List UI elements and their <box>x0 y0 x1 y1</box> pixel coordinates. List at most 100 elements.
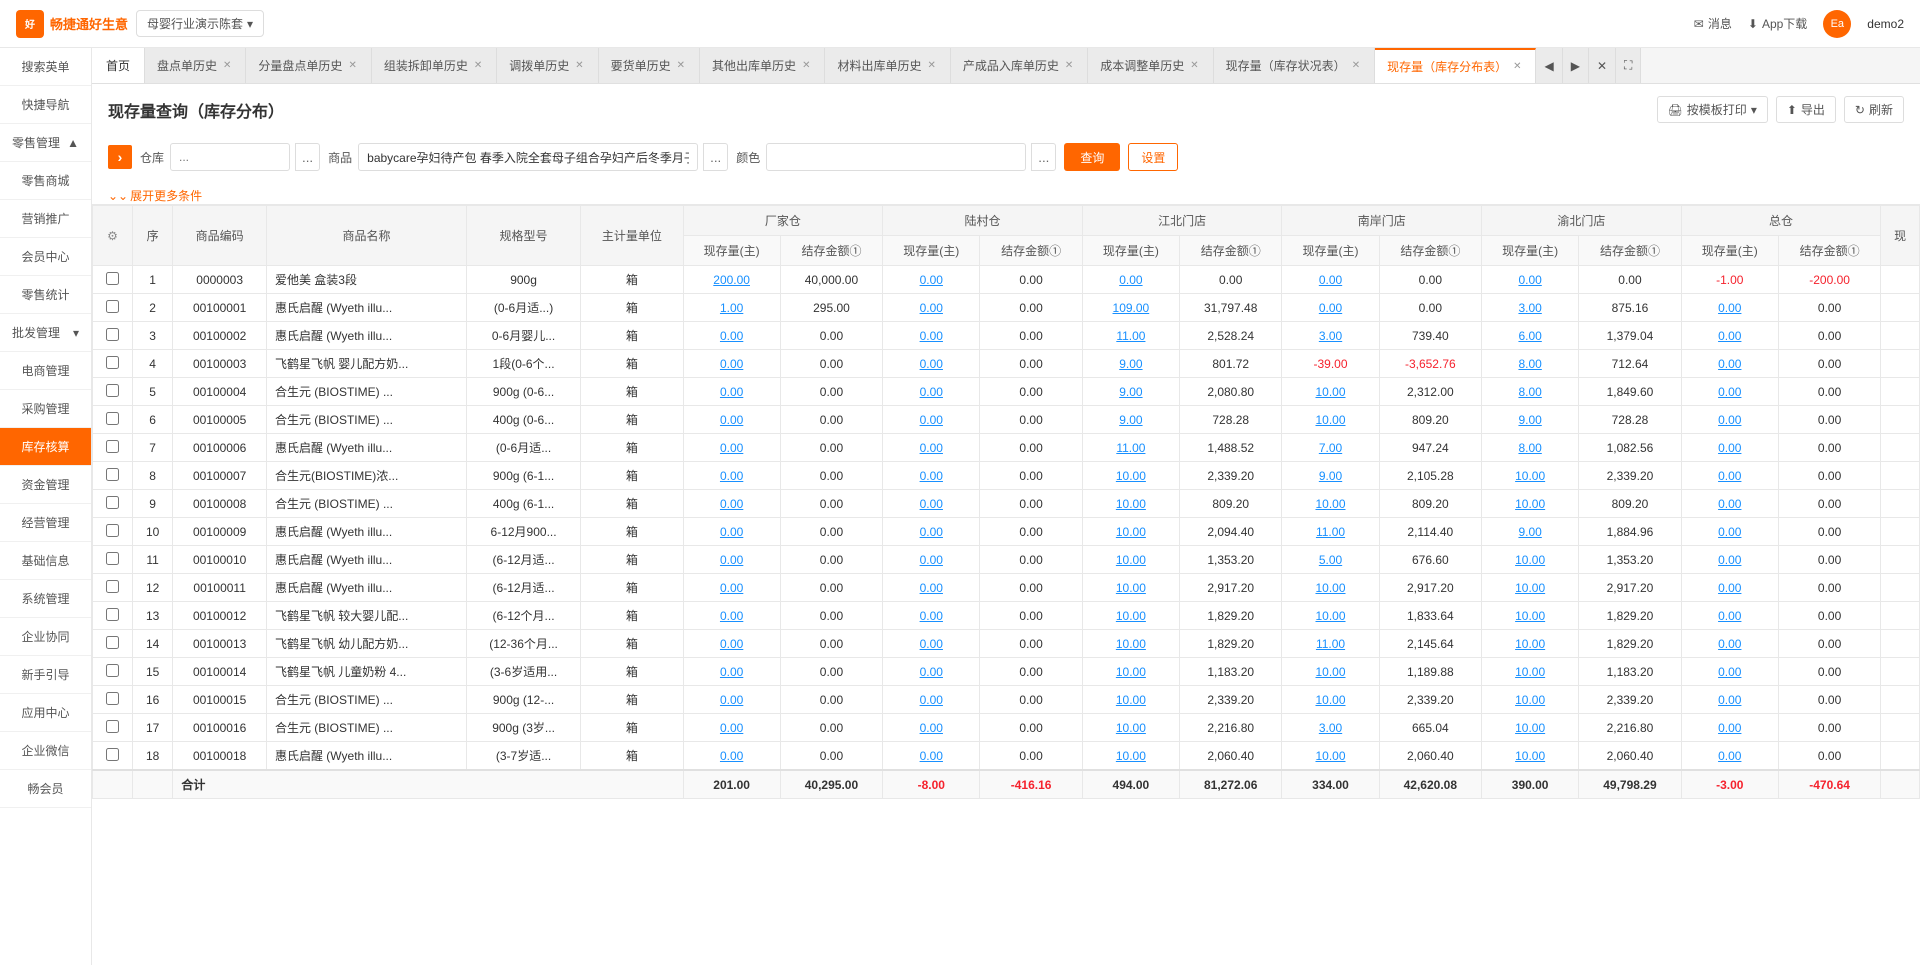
table-row-total-qty[interactable]: 0.00 <box>1681 658 1778 686</box>
table-row-checkbox[interactable] <box>93 714 133 742</box>
table-row-yubei-qty[interactable]: 10.00 <box>1482 714 1579 742</box>
tab-10[interactable]: 现存量（库存状况表） ✕ <box>1214 48 1375 84</box>
table-row-nanan-qty[interactable]: 11.00 <box>1282 630 1379 658</box>
close-tab-1[interactable]: ✕ <box>221 60 233 71</box>
table-row-total-qty[interactable]: 0.00 <box>1681 462 1778 490</box>
table-row-nanan-qty[interactable]: 10.00 <box>1282 742 1379 771</box>
download-action[interactable]: ⬇ App下载 <box>1748 15 1807 32</box>
close-tab-7[interactable]: ✕ <box>925 60 937 71</box>
tab-6[interactable]: 其他出库单历史 ✕ <box>700 48 825 84</box>
sidebar-item-operations[interactable]: 经营管理 <box>0 504 91 542</box>
table-row-factory-qty[interactable]: 0.00 <box>683 630 780 658</box>
tab-4[interactable]: 调拨单历史 ✕ <box>497 48 598 84</box>
tab-prev[interactable]: ◀ <box>1536 48 1562 84</box>
table-row-jiangbei-qty[interactable]: 10.00 <box>1082 462 1179 490</box>
table-row-checkbox[interactable] <box>93 490 133 518</box>
table-row-yubei-qty[interactable]: 10.00 <box>1482 602 1579 630</box>
table-row-nanan-qty[interactable]: 10.00 <box>1282 378 1379 406</box>
sidebar-item-inventory[interactable]: 库存核算 <box>0 428 91 466</box>
table-row-nanan-qty[interactable]: 10.00 <box>1282 686 1379 714</box>
warehouse-ellipsis-btn[interactable]: ... <box>295 143 320 171</box>
table-row-factory-qty[interactable]: 0.00 <box>683 574 780 602</box>
table-row-factory-qty[interactable]: 0.00 <box>683 350 780 378</box>
table-row-jiangbei-qty[interactable]: 10.00 <box>1082 742 1179 771</box>
table-row-checkbox[interactable] <box>93 462 133 490</box>
table-row-yubei-qty[interactable]: 10.00 <box>1482 742 1579 771</box>
expand-more-conditions[interactable]: ⌄⌄ 展开更多条件 <box>108 187 1904 204</box>
table-row-nanan-qty[interactable]: -39.00 <box>1282 350 1379 378</box>
tab-expand[interactable]: ⛶ <box>1616 48 1641 84</box>
close-tab-3[interactable]: ✕ <box>472 60 484 71</box>
table-row-yubei-qty[interactable]: 8.00 <box>1482 434 1579 462</box>
table-row-lucun-qty[interactable]: 0.00 <box>883 518 980 546</box>
tab-next[interactable]: ▶ <box>1563 48 1589 84</box>
table-row-jiangbei-qty[interactable]: 10.00 <box>1082 602 1179 630</box>
settings-button[interactable]: 设置 <box>1128 143 1178 171</box>
table-row-checkbox[interactable] <box>93 350 133 378</box>
table-row-factory-qty[interactable]: 1.00 <box>683 294 780 322</box>
table-row-total-qty[interactable]: 0.00 <box>1681 742 1778 771</box>
tab-3[interactable]: 组装拆卸单历史 ✕ <box>372 48 497 84</box>
table-row-yubei-qty[interactable]: 9.00 <box>1482 518 1579 546</box>
sidebar-item-finance[interactable]: 资金管理 <box>0 466 91 504</box>
color-input[interactable] <box>766 143 1026 171</box>
table-row-yubei-qty[interactable]: 10.00 <box>1482 490 1579 518</box>
table-row-factory-qty[interactable]: 0.00 <box>683 434 780 462</box>
table-row-jiangbei-qty[interactable]: 10.00 <box>1082 658 1179 686</box>
table-row-checkbox[interactable] <box>93 574 133 602</box>
tab-11[interactable]: 现存量（库存分布表） ✕ <box>1375 48 1536 84</box>
table-row-jiangbei-qty[interactable]: 11.00 <box>1082 322 1179 350</box>
user-avatar[interactable]: Ea <box>1823 10 1851 38</box>
table-row-yubei-qty[interactable]: 10.00 <box>1482 630 1579 658</box>
table-row-jiangbei-qty[interactable]: 10.00 <box>1082 574 1179 602</box>
table-row-lucun-qty[interactable]: 0.00 <box>883 574 980 602</box>
table-row-nanan-qty[interactable]: 10.00 <box>1282 602 1379 630</box>
table-row-nanan-qty[interactable]: 9.00 <box>1282 462 1379 490</box>
table-row-nanan-qty[interactable]: 7.00 <box>1282 434 1379 462</box>
table-row-total-qty[interactable]: 0.00 <box>1681 602 1778 630</box>
sidebar-item-retail-mall[interactable]: 零售商城 <box>0 162 91 200</box>
table-row-checkbox[interactable] <box>93 434 133 462</box>
table-row-lucun-qty[interactable]: 0.00 <box>883 686 980 714</box>
table-row-jiangbei-qty[interactable]: 10.00 <box>1082 714 1179 742</box>
table-row-nanan-qty[interactable]: 3.00 <box>1282 322 1379 350</box>
table-row-total-qty[interactable]: 0.00 <box>1681 350 1778 378</box>
table-row-checkbox[interactable] <box>93 266 133 294</box>
goods-ellipsis-btn[interactable]: ... <box>703 143 728 171</box>
table-row-checkbox[interactable] <box>93 406 133 434</box>
sidebar-item-ecommerce[interactable]: 电商管理 <box>0 352 91 390</box>
table-row-yubei-qty[interactable]: 10.00 <box>1482 686 1579 714</box>
table-row-jiangbei-qty[interactable]: 9.00 <box>1082 378 1179 406</box>
table-row-factory-qty[interactable]: 200.00 <box>683 266 780 294</box>
table-row-total-qty[interactable]: 0.00 <box>1681 434 1778 462</box>
table-row-checkbox[interactable] <box>93 322 133 350</box>
table-row-total-qty[interactable]: 0.00 <box>1681 406 1778 434</box>
table-row-lucun-qty[interactable]: 0.00 <box>883 602 980 630</box>
sidebar-item-purchase[interactable]: 采购管理 <box>0 390 91 428</box>
goods-input[interactable] <box>358 143 698 171</box>
sidebar-item-marketing[interactable]: 营销推广 <box>0 200 91 238</box>
close-tab-4[interactable]: ✕ <box>573 60 585 71</box>
table-row-yubei-qty[interactable]: 6.00 <box>1482 322 1579 350</box>
table-row-jiangbei-qty[interactable]: 9.00 <box>1082 406 1179 434</box>
sidebar-item-guide[interactable]: 新手引导 <box>0 656 91 694</box>
table-row-yubei-qty[interactable]: 9.00 <box>1482 406 1579 434</box>
table-row-factory-qty[interactable]: 0.00 <box>683 518 780 546</box>
expand-button[interactable]: › <box>108 145 132 169</box>
table-row-checkbox[interactable] <box>93 630 133 658</box>
table-row-checkbox[interactable] <box>93 294 133 322</box>
close-tab-9[interactable]: ✕ <box>1188 60 1200 71</box>
table-row-nanan-qty[interactable]: 5.00 <box>1282 546 1379 574</box>
table-row-total-qty[interactable]: -1.00 <box>1681 266 1778 294</box>
table-row-total-qty[interactable]: 0.00 <box>1681 518 1778 546</box>
table-row-jiangbei-qty[interactable]: 10.00 <box>1082 630 1179 658</box>
tab-9[interactable]: 成本调整单历史 ✕ <box>1088 48 1213 84</box>
sidebar-item-search[interactable]: 搜索英单 <box>0 48 91 86</box>
table-row-checkbox[interactable] <box>93 378 133 406</box>
table-row-jiangbei-qty[interactable]: 10.00 <box>1082 518 1179 546</box>
col-settings-header[interactable]: ⚙ <box>93 206 133 266</box>
sidebar-item-member[interactable]: 会员中心 <box>0 238 91 276</box>
table-row-checkbox[interactable] <box>93 602 133 630</box>
table-row-factory-qty[interactable]: 0.00 <box>683 658 780 686</box>
close-tab-2[interactable]: ✕ <box>346 60 358 71</box>
